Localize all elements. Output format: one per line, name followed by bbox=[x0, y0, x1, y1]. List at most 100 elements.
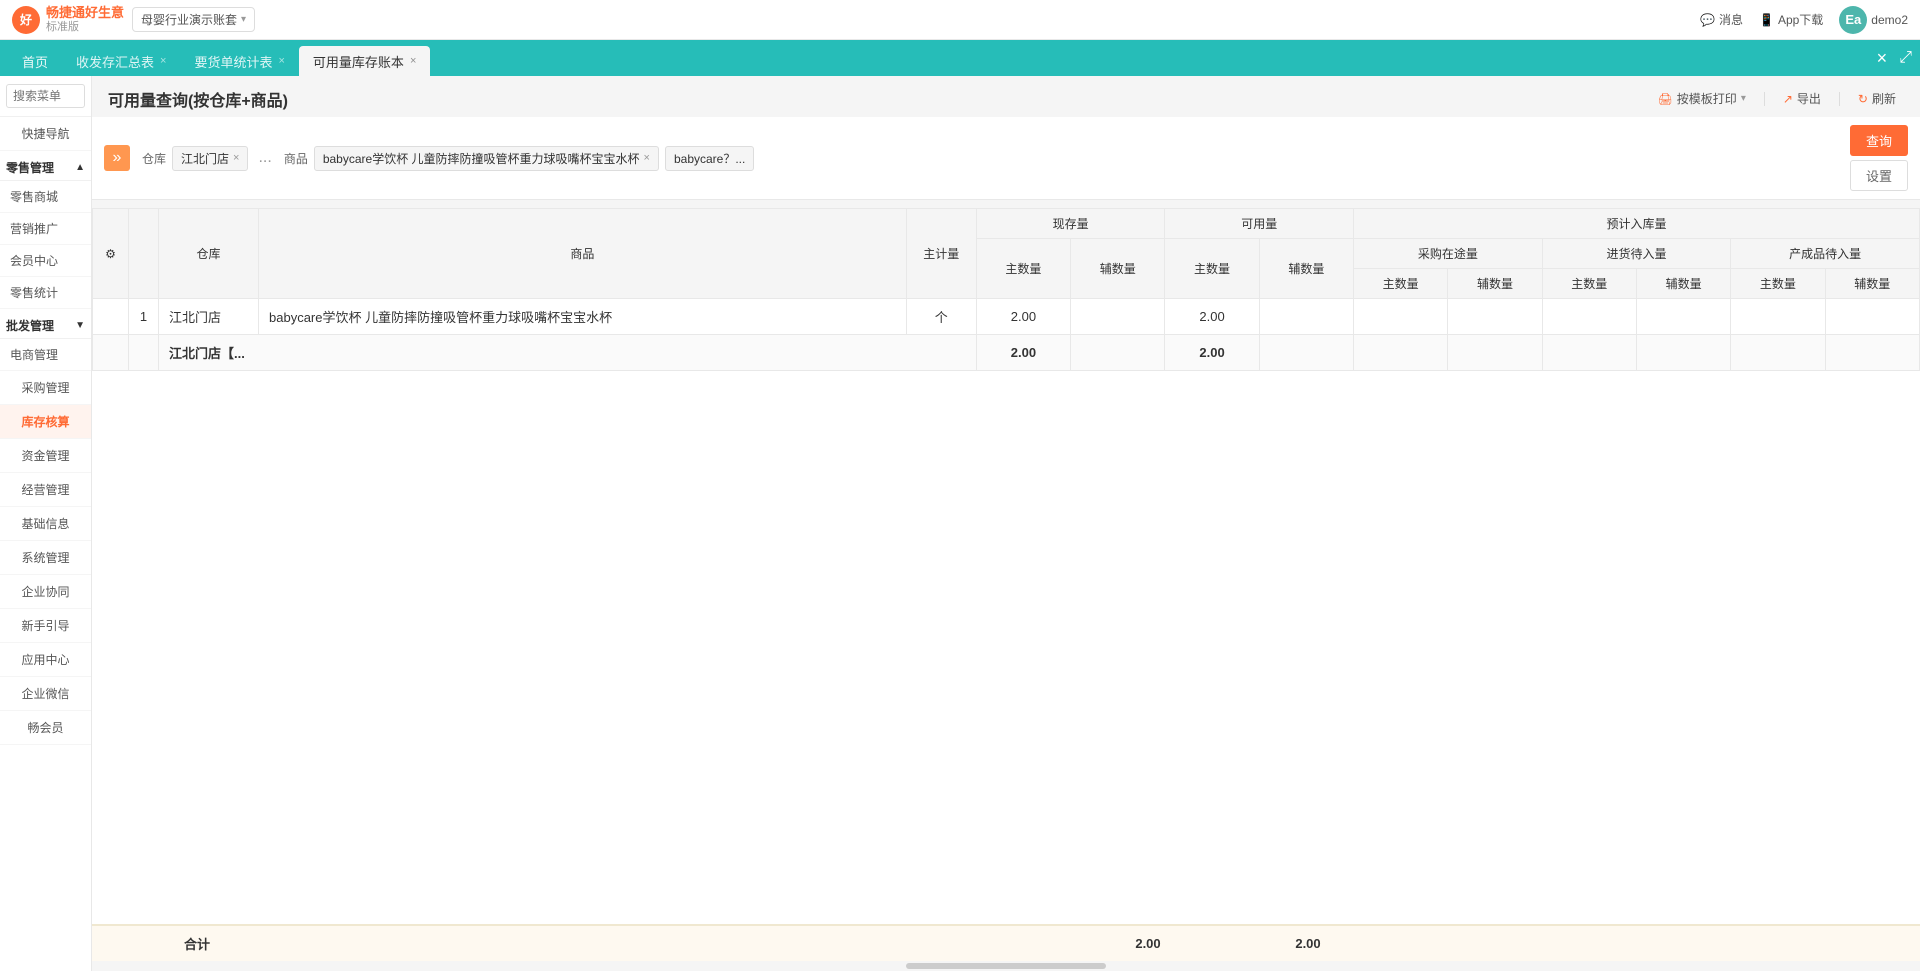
industry-selector[interactable]: 母婴行业演示账套 ▾ bbox=[132, 7, 255, 32]
sidebar-item-operations[interactable]: 经营管理 bbox=[0, 473, 91, 507]
warehouse-more-button[interactable]: ... bbox=[254, 149, 275, 167]
sidebar-item-ecommerce[interactable]: 电商管理 bbox=[0, 339, 91, 371]
th-available-sub-qty: 辅数量 bbox=[1259, 239, 1353, 299]
tab-receive-summary-label: 收发存汇总表 bbox=[76, 52, 154, 71]
cell-purchase-main bbox=[1354, 299, 1448, 335]
app-download-button[interactable]: 📱 App下载 bbox=[1759, 11, 1823, 28]
th-finished-label: 产成品待入量 bbox=[1731, 239, 1920, 269]
main-layout: 快捷导航 零售管理 ▲ 零售商城 营销推广 会员中心 零售统计 批发管理 ▼ 电… bbox=[0, 76, 1920, 971]
subtotal-incoming-sub bbox=[1636, 335, 1730, 371]
cell-purchase-sub bbox=[1448, 299, 1542, 335]
sidebar-item-basic-info[interactable]: 基础信息 bbox=[0, 507, 91, 541]
divider bbox=[1764, 92, 1765, 106]
sidebar-item-inventory-check[interactable]: 库存核算 bbox=[0, 405, 91, 439]
th-purchase-main: 主数量 bbox=[1354, 269, 1448, 299]
top-bar: 好 畅捷通好生意 标准版 母婴行业演示账套 ▾ 💬 消息 📱 App下载 Ea … bbox=[0, 0, 1920, 40]
product-tag-2[interactable]: babycare？... bbox=[665, 146, 754, 171]
th-incoming-label: 进货待入量 bbox=[1542, 239, 1731, 269]
product-label: 商品 bbox=[284, 150, 308, 167]
sidebar-item-purchase-mgmt[interactable]: 采购管理 bbox=[0, 371, 91, 405]
warehouse-tag[interactable]: 江北门店 × bbox=[172, 146, 248, 171]
tab-order-stats-close[interactable]: × bbox=[278, 55, 284, 67]
table-row: 1 江北门店 babycare学饮杯 儿童防摔防撞吸管杯重力球吸嘴杯宝宝水杯 个… bbox=[93, 299, 1920, 335]
sidebar-item-quick-nav[interactable]: 快捷导航 bbox=[0, 117, 91, 151]
bottom-scroll bbox=[92, 961, 1920, 971]
sidebar-item-retail-promo[interactable]: 营销推广 bbox=[0, 213, 91, 245]
sidebar-section-wholesale[interactable]: 批发管理 ▼ bbox=[0, 309, 91, 339]
subtotal-current-main: 2.00 bbox=[976, 335, 1070, 371]
warehouse-tag-close[interactable]: × bbox=[233, 152, 239, 164]
tab-order-stats[interactable]: 要货单统计表 × bbox=[180, 46, 298, 76]
sidebar: 快捷导航 零售管理 ▲ 零售商城 营销推广 会员中心 零售统计 批发管理 ▼ 电… bbox=[0, 76, 92, 971]
th-planned-in: 预计入库量 bbox=[1354, 209, 1920, 239]
sidebar-item-enterprise-wechat[interactable]: 企业微信 bbox=[0, 677, 91, 711]
search-input[interactable] bbox=[6, 84, 85, 108]
tab-receive-summary[interactable]: 收发存汇总表 × bbox=[62, 46, 180, 76]
sidebar-item-new-guide[interactable]: 新手引导 bbox=[0, 609, 91, 643]
sidebar-item-app-center[interactable]: 应用中心 bbox=[0, 643, 91, 677]
cell-finished-sub bbox=[1825, 299, 1919, 335]
total-label: 合计 bbox=[104, 934, 284, 953]
sidebar-item-member-center[interactable]: 会员中心 bbox=[0, 245, 91, 277]
filter-bar: » 仓库 江北门店 × ... 商品 babycare学饮杯 儿童防摔防撞吸管杯… bbox=[92, 117, 1920, 200]
th-purchase-sub: 辅数量 bbox=[1448, 269, 1542, 299]
subtotal-available-sub bbox=[1259, 335, 1353, 371]
warehouse-filter: 仓库 江北门店 × ... bbox=[142, 146, 276, 171]
th-incoming-main: 主数量 bbox=[1542, 269, 1636, 299]
user-profile[interactable]: Ea demo2 bbox=[1839, 6, 1908, 34]
th-gear[interactable]: ⚙ bbox=[93, 209, 129, 299]
sidebar-item-retail-stats[interactable]: 零售统计 bbox=[0, 277, 91, 309]
settings-button[interactable]: 设置 bbox=[1850, 160, 1908, 191]
th-incoming-sub: 辅数量 bbox=[1636, 269, 1730, 299]
subtotal-purchase-main bbox=[1354, 335, 1448, 371]
chevron-up-icon: ▲ bbox=[75, 162, 85, 173]
th-finished-main: 主数量 bbox=[1731, 269, 1825, 299]
sidebar-item-capital[interactable]: 资金管理 bbox=[0, 439, 91, 473]
sidebar-item-enterprise-collab[interactable]: 企业协同 bbox=[0, 575, 91, 609]
cell-gear bbox=[93, 299, 129, 335]
refresh-icon: ↻ bbox=[1858, 92, 1868, 106]
tab-bar: 首页 收发存汇总表 × 要货单统计表 × 可用量库存账本 × × ⤢ bbox=[0, 40, 1920, 76]
filter-toggle-button[interactable]: » bbox=[104, 145, 130, 171]
export-button[interactable]: ↗ 导出 bbox=[1775, 86, 1829, 111]
top-bar-left: 好 畅捷通好生意 标准版 母婴行业演示账套 ▾ bbox=[12, 5, 255, 34]
sidebar-section-retail[interactable]: 零售管理 ▲ bbox=[0, 151, 91, 181]
subtotal-finished-main bbox=[1731, 335, 1825, 371]
tab-available-ledger[interactable]: 可用量库存账本 × bbox=[299, 46, 430, 76]
close-all-tabs-button[interactable]: × bbox=[1869, 48, 1896, 69]
product-tag-1[interactable]: babycare学饮杯 儿童防摔防撞吸管杯重力球吸嘴杯宝宝水杯 × bbox=[314, 146, 659, 171]
sidebar-search-area bbox=[0, 76, 91, 117]
th-current-stock: 现存量 bbox=[976, 209, 1165, 239]
th-finished-sub: 辅数量 bbox=[1825, 269, 1919, 299]
total-current-main: 2.00 bbox=[1108, 936, 1188, 951]
expand-icon[interactable]: ⤢ bbox=[1899, 49, 1912, 67]
th-warehouse: 仓库 bbox=[159, 209, 259, 299]
tab-receive-summary-close[interactable]: × bbox=[160, 55, 166, 67]
data-table-container: ⚙ 仓库 商品 主计量 现存量 可用量 预计入库量 主数量 辅数量 主数量 辅数… bbox=[92, 208, 1920, 924]
th-available: 可用量 bbox=[1165, 209, 1354, 239]
avatar: Ea bbox=[1839, 6, 1867, 34]
cell-incoming-sub bbox=[1636, 299, 1730, 335]
th-purchase-label: 采购在途量 bbox=[1354, 239, 1543, 269]
tab-available-ledger-label: 可用量库存账本 bbox=[313, 52, 404, 71]
sidebar-item-vip[interactable]: 畅会员 bbox=[0, 711, 91, 745]
query-button[interactable]: 查询 bbox=[1850, 125, 1908, 156]
th-product: 商品 bbox=[259, 209, 907, 299]
message-button[interactable]: 💬 消息 bbox=[1700, 11, 1743, 28]
cell-available-sub-qty bbox=[1259, 299, 1353, 335]
cell-finished-main bbox=[1731, 299, 1825, 335]
tab-home[interactable]: 首页 bbox=[8, 46, 62, 76]
sidebar-item-system[interactable]: 系统管理 bbox=[0, 541, 91, 575]
subtotal-finished-sub bbox=[1825, 335, 1919, 371]
cell-incoming-main bbox=[1542, 299, 1636, 335]
cell-current-main-qty: 2.00 bbox=[976, 299, 1070, 335]
page-actions: 🖨 按模板打印 ▾ ↗ 导出 ↻ 刷新 bbox=[1650, 86, 1904, 111]
print-template-button[interactable]: 🖨 按模板打印 ▾ bbox=[1650, 86, 1754, 111]
product-tag-1-close[interactable]: × bbox=[644, 152, 650, 164]
sidebar-item-retail-store[interactable]: 零售商城 bbox=[0, 181, 91, 213]
tab-available-ledger-close[interactable]: × bbox=[410, 55, 416, 67]
th-main-unit: 主计量 bbox=[906, 209, 976, 299]
message-icon: 💬 bbox=[1700, 13, 1715, 27]
refresh-button[interactable]: ↻ 刷新 bbox=[1850, 86, 1904, 111]
th-row-num bbox=[129, 209, 159, 299]
